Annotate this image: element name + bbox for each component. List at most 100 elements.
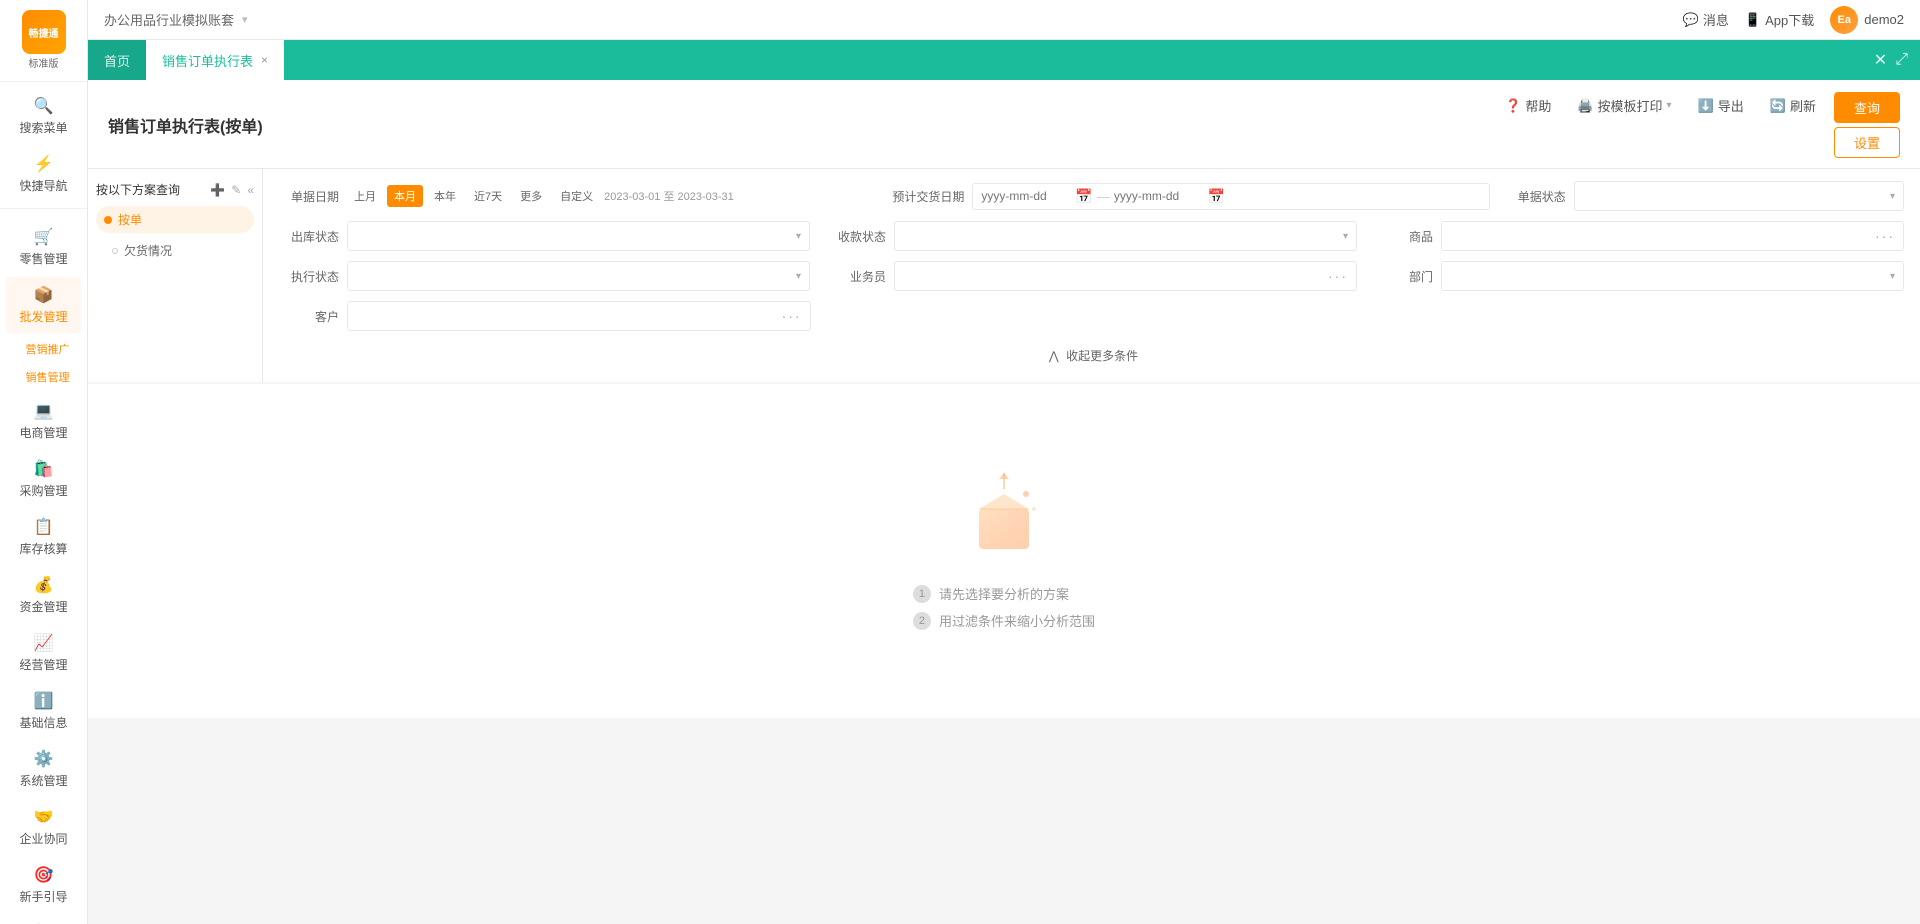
filter-row-2: 出库状态 ▾ 收款状态 ▾ 商品: [279, 221, 1904, 251]
sub-item-shortage[interactable]: 欠货情况: [96, 237, 254, 264]
sidebar-item-inventory[interactable]: 📋 库存核算: [6, 509, 81, 565]
sidebar-item-appcenter[interactable]: 🔧 应用中心: [6, 915, 81, 924]
sidebar-item-system[interactable]: ⚙️ 系统管理: [6, 741, 81, 797]
tab-home-label: 首页: [104, 51, 130, 70]
calendar-from-icon[interactable]: 📅: [1075, 188, 1092, 205]
sidebar-item-label: 经营管理: [19, 656, 67, 673]
sidebar-item-label: 电商管理: [19, 424, 67, 441]
sidebar-item-quicknav[interactable]: ⚡ 快捷导航: [6, 146, 81, 202]
help-button[interactable]: ❓ 帮助: [1497, 92, 1559, 119]
page-title: 销售订单执行表(按单): [108, 113, 263, 137]
refresh-button[interactable]: 🔄 刷新: [1762, 92, 1824, 119]
sidebar-item-retail[interactable]: 🛒 零售管理: [6, 219, 81, 275]
filter-row-3: 执行状态 ▾ 业务员 ··· 部门: [279, 261, 1904, 291]
goods-dots-icon: ···: [1875, 228, 1895, 244]
sidebar-item-label: 搜索菜单: [19, 119, 67, 136]
message-button[interactable]: 💬 消息: [1683, 10, 1729, 29]
sidebar-item-newbie[interactable]: 🎯 新手引导: [6, 857, 81, 913]
tab-home[interactable]: 首页: [88, 40, 146, 80]
empty-hints: 1 请先选择要分析的方案 2 用过滤条件来缩小分析范围: [913, 584, 1095, 638]
more-btn[interactable]: 更多: [513, 185, 549, 207]
date-range-text: 2023-03-01 至 2023-03-31: [604, 188, 734, 204]
tab-sales-order[interactable]: 销售订单执行表 ×: [146, 40, 284, 80]
collapse-row[interactable]: ⋀ 收起更多条件: [279, 341, 1904, 370]
sidebar-item-search[interactable]: 🔍 搜索菜单: [6, 88, 81, 144]
tab-close-icon[interactable]: ×: [261, 53, 268, 67]
tab-close-all-icon[interactable]: ✕: [1874, 50, 1887, 70]
newbie-icon: 🎯: [34, 865, 54, 885]
page-header-actions: ❓ 帮助 🖨️ 按模板打印 ▾ ⬇️ 导出 🔄 刷新: [1497, 92, 1900, 158]
logo-subtitle: 标准版: [29, 58, 59, 71]
collapse-sidebar-icon[interactable]: «: [247, 183, 254, 197]
sidebar-item-label: 基础信息: [19, 714, 67, 731]
filter-section-wrapper: 按以下方案查询 ➕ ✎ « 按单 欠货情况: [88, 169, 1920, 382]
delivery-select[interactable]: ▾: [347, 221, 810, 251]
payment-label: 收款状态: [826, 228, 886, 245]
export-button[interactable]: ⬇️ 导出: [1690, 92, 1752, 119]
header-action-group: ❓ 帮助 🖨️ 按模板打印 ▾ ⬇️ 导出 🔄 刷新: [1497, 92, 1824, 119]
customer-select[interactable]: ···: [347, 301, 811, 331]
dept-select[interactable]: ▾: [1441, 261, 1904, 291]
this-year-btn[interactable]: 本年: [427, 185, 463, 207]
header-breadcrumb: 办公用品行业模拟账套 ▾: [104, 10, 248, 29]
dept-label: 部门: [1373, 268, 1433, 285]
export-icon: ⬇️: [1698, 98, 1714, 114]
sidebar-item-ecommerce[interactable]: 💻 电商管理: [6, 393, 81, 449]
refresh-label: 刷新: [1790, 96, 1816, 115]
setting-button[interactable]: 设置: [1834, 127, 1900, 158]
date-range-display: 2023-03-01 至 2023-03-31: [604, 188, 734, 204]
empty-hint-1: 1 请先选择要分析的方案: [913, 584, 1095, 603]
sidebar-child-marketing[interactable]: 营销推广: [0, 335, 87, 363]
filter-sidebar: 按以下方案查询 ➕ ✎ « 按单 欠货情况: [88, 169, 263, 382]
print-button[interactable]: 🖨️ 按模板打印 ▾: [1569, 92, 1679, 119]
calendar-to-icon[interactable]: 📅: [1208, 188, 1225, 205]
customer-label: 客户: [279, 308, 339, 325]
status-select[interactable]: ▾: [1574, 181, 1904, 211]
sidebar-item-collab[interactable]: 🤝 企业协同: [6, 799, 81, 855]
sidebar-item-label: 采购管理: [19, 482, 67, 499]
last7-btn[interactable]: 近7天: [467, 185, 509, 207]
sidebar-item-basic[interactable]: ℹ️ 基础信息: [6, 683, 81, 739]
plan-item-order[interactable]: 按单: [96, 206, 254, 233]
sidebar-child-sales[interactable]: 销售管理: [0, 363, 87, 391]
expected-date-label: 预计交货日期: [892, 188, 964, 205]
filter-sidebar-icons: ➕ ✎ «: [210, 183, 254, 197]
filter-row-4: 客户 ···: [279, 301, 1904, 331]
header-right: 💬 消息 📱 App下载 Ea demo2: [1683, 6, 1904, 34]
date-filter-label: 单据日期: [279, 188, 339, 205]
query-button[interactable]: 查询: [1834, 92, 1900, 123]
filter-group-delivery: 出库状态 ▾: [279, 221, 810, 251]
this-month-btn[interactable]: 本月: [387, 185, 423, 207]
add-plan-icon[interactable]: ➕: [210, 183, 225, 197]
sidebar-main-nav: 🛒 零售管理 📦 批发管理 营销推广 销售管理 💻 电商管理 🛍️ 采购管理 📋…: [0, 213, 87, 924]
exec-select[interactable]: ▾: [347, 261, 810, 291]
help-label: 帮助: [1525, 96, 1551, 115]
last-month-btn[interactable]: 上月: [347, 185, 383, 207]
empty-hint-2: 2 用过滤条件来缩小分析范围: [913, 611, 1095, 630]
custom-btn[interactable]: 自定义: [553, 185, 600, 207]
filter-group-exec: 执行状态 ▾: [279, 261, 810, 291]
sidebar-item-finance[interactable]: 💰 资金管理: [6, 567, 81, 623]
collab-icon: 🤝: [34, 807, 54, 827]
payment-select[interactable]: ▾: [894, 221, 1357, 251]
inventory-icon: 📋: [34, 517, 54, 537]
edit-plan-icon[interactable]: ✎: [231, 183, 241, 197]
sidebar-item-label: 新手引导: [19, 888, 67, 905]
customer-dots-icon: ···: [782, 308, 802, 324]
goods-label: 商品: [1373, 228, 1433, 245]
sidebar-item-wholesale[interactable]: 📦 批发管理: [6, 277, 81, 333]
user-menu[interactable]: Ea demo2: [1830, 6, 1904, 34]
app-download-button[interactable]: 📱 App下载: [1745, 10, 1814, 29]
expected-date-to[interactable]: [1114, 189, 1204, 203]
print-icon: 🖨️: [1577, 98, 1593, 114]
salesperson-select[interactable]: ···: [894, 261, 1357, 291]
sidebar-item-purchase[interactable]: 🛍️ 采购管理: [6, 451, 81, 507]
sidebar-item-operations[interactable]: 📈 经营管理: [6, 625, 81, 681]
user-label: demo2: [1864, 12, 1904, 27]
empty-hint-2-text: 用过滤条件来缩小分析范围: [939, 611, 1095, 630]
tab-expand-icon[interactable]: ⤢: [1895, 51, 1908, 69]
expected-date-from[interactable]: [981, 189, 1071, 203]
goods-select[interactable]: ···: [1441, 221, 1904, 251]
filter-group-goods: 商品 ···: [1373, 221, 1904, 251]
plan-item-label: 按单: [118, 211, 142, 228]
